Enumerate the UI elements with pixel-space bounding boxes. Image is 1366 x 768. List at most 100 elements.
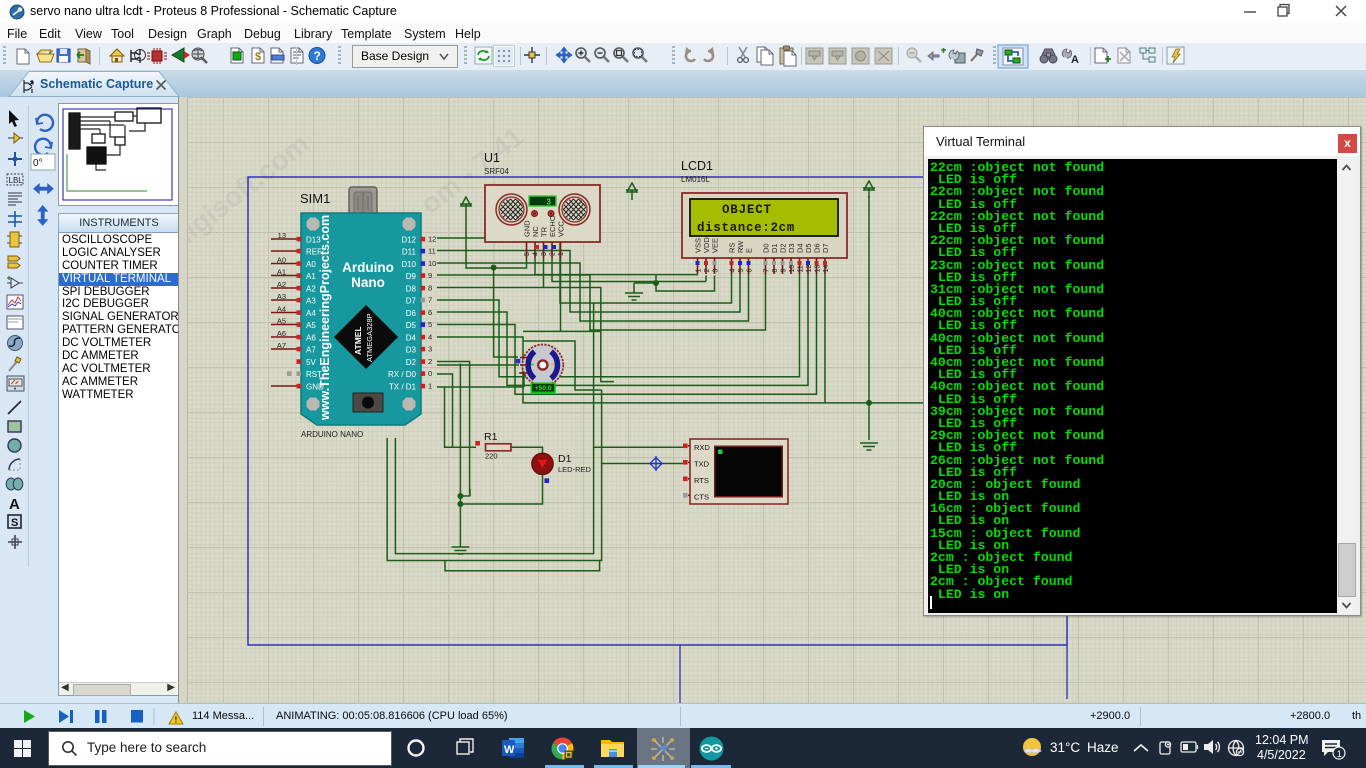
svg-text:A7: A7 [306, 346, 316, 355]
svg-text:4: 4 [730, 269, 737, 273]
svg-text:A1: A1 [277, 268, 286, 277]
svg-text:6: 6 [428, 308, 432, 317]
svg-text:1: 1 [428, 382, 432, 391]
svg-text:9: 9 [781, 269, 788, 273]
svg-text:5: 5 [428, 320, 432, 329]
svg-text:3: 3 [428, 345, 432, 354]
svg-text:D5: D5 [406, 321, 417, 330]
svg-text:LCD1: LCD1 [681, 159, 713, 173]
svg-text:3: 3 [541, 252, 548, 256]
svg-text:13: 13 [815, 265, 822, 273]
svg-text:ATMEL: ATMEL [353, 326, 363, 355]
svg-text:U1: U1 [484, 151, 500, 165]
svg-text:!: ! [175, 715, 178, 725]
svg-text:D7: D7 [821, 243, 830, 253]
svg-text:14: 14 [823, 265, 830, 273]
svg-text:2: 2 [704, 269, 711, 273]
svg-text:D2: D2 [406, 358, 417, 367]
svg-text:1: 1 [696, 269, 703, 273]
svg-text:W: W [504, 744, 515, 756]
svg-text:GND: GND [306, 383, 324, 392]
svg-text:REF: REF [306, 248, 322, 257]
svg-text:9: 9 [428, 271, 432, 280]
svg-text:R1: R1 [484, 431, 498, 443]
svg-text:RXD: RXD [694, 443, 710, 452]
svg-text:A6: A6 [277, 329, 286, 338]
svg-text:D6: D6 [406, 309, 417, 318]
svg-text:+50.0: +50.0 [535, 385, 552, 392]
svg-text:8: 8 [772, 269, 779, 273]
svg-text:CTS: CTS [694, 493, 709, 502]
svg-text:D12: D12 [401, 236, 416, 245]
svg-text:$: $ [255, 51, 261, 63]
svg-text:OBJECT: OBJECT [722, 203, 772, 217]
svg-text:A3: A3 [306, 297, 316, 306]
svg-text:3: 3 [713, 269, 720, 273]
svg-text:10: 10 [789, 265, 796, 273]
svg-text:distance:2cm: distance:2cm [697, 221, 795, 235]
svg-text:D8: D8 [406, 285, 417, 294]
svg-text:A5: A5 [306, 321, 316, 330]
svg-text:S: S [11, 517, 18, 529]
svg-text:11: 11 [798, 265, 805, 272]
svg-text:SRF04: SRF04 [484, 167, 509, 176]
svg-text:Nano: Nano [351, 275, 385, 290]
svg-text:1: 1 [558, 252, 565, 256]
svg-text:A4: A4 [277, 305, 286, 314]
svg-text:13: 13 [278, 231, 286, 240]
svg-text:0°: 0° [33, 158, 43, 169]
svg-text:A: A [1071, 54, 1079, 66]
svg-text:A4: A4 [306, 309, 316, 318]
svg-text:5: 5 [524, 252, 531, 256]
svg-text:7: 7 [764, 269, 771, 273]
svg-text:TXD: TXD [694, 460, 710, 469]
svg-text:A0: A0 [306, 260, 316, 269]
svg-text:LBL: LBL [9, 176, 24, 185]
svg-text:4: 4 [428, 333, 432, 342]
svg-text:2: 2 [550, 252, 557, 256]
svg-text:A2: A2 [277, 280, 286, 289]
svg-text:A2: A2 [306, 285, 316, 294]
svg-text:D11: D11 [402, 248, 417, 257]
svg-text:5: 5 [738, 269, 745, 273]
svg-text:2: 2 [428, 357, 432, 366]
svg-text:TX / D1: TX / D1 [389, 383, 417, 392]
svg-text:?: ? [314, 49, 321, 63]
svg-text:D1: D1 [558, 453, 572, 465]
svg-text:8: 8 [428, 284, 432, 293]
svg-text:1: 1 [1337, 749, 1342, 759]
svg-text:A6: A6 [306, 334, 316, 343]
svg-text:D7: D7 [406, 297, 417, 306]
svg-text:RTS: RTS [694, 476, 709, 485]
svg-text:3: 3 [547, 198, 552, 207]
svg-text:4: 4 [533, 252, 540, 256]
svg-text:11: 11 [428, 247, 436, 256]
svg-text:5V: 5V [306, 358, 316, 367]
svg-text:ATMEGA328P: ATMEGA328P [365, 313, 374, 362]
svg-text:220: 220 [485, 452, 498, 461]
svg-text:D4: D4 [406, 334, 417, 343]
svg-text:LED-RED: LED-RED [558, 465, 592, 474]
svg-text:A0: A0 [277, 256, 286, 265]
svg-text:A1: A1 [306, 272, 316, 281]
svg-text:ARDUINO NANO: ARDUINO NANO [301, 430, 363, 439]
svg-text:12: 12 [428, 235, 436, 244]
svg-text:RST: RST [306, 370, 322, 379]
svg-text:A7: A7 [277, 341, 286, 350]
svg-text:SIM1: SIM1 [300, 191, 330, 206]
svg-text:6: 6 [747, 269, 754, 273]
svg-text:10: 10 [428, 259, 436, 268]
svg-text:D13: D13 [306, 236, 321, 245]
svg-text:Arduino: Arduino [342, 260, 394, 275]
svg-text:digisoft.com: digisoft.com [178, 128, 315, 255]
svg-text:VCC: VCC [557, 221, 566, 237]
svg-text:RX / D0: RX / D0 [388, 370, 417, 379]
svg-text:D9: D9 [406, 272, 417, 281]
svg-text:7: 7 [428, 296, 432, 305]
svg-text:0: 0 [428, 369, 432, 378]
svg-text:A3: A3 [277, 292, 286, 301]
svg-text:A: A [9, 496, 20, 513]
svg-text:E: E [745, 248, 754, 253]
svg-text:VEE: VEE [711, 238, 720, 253]
svg-text:A5: A5 [277, 317, 286, 326]
